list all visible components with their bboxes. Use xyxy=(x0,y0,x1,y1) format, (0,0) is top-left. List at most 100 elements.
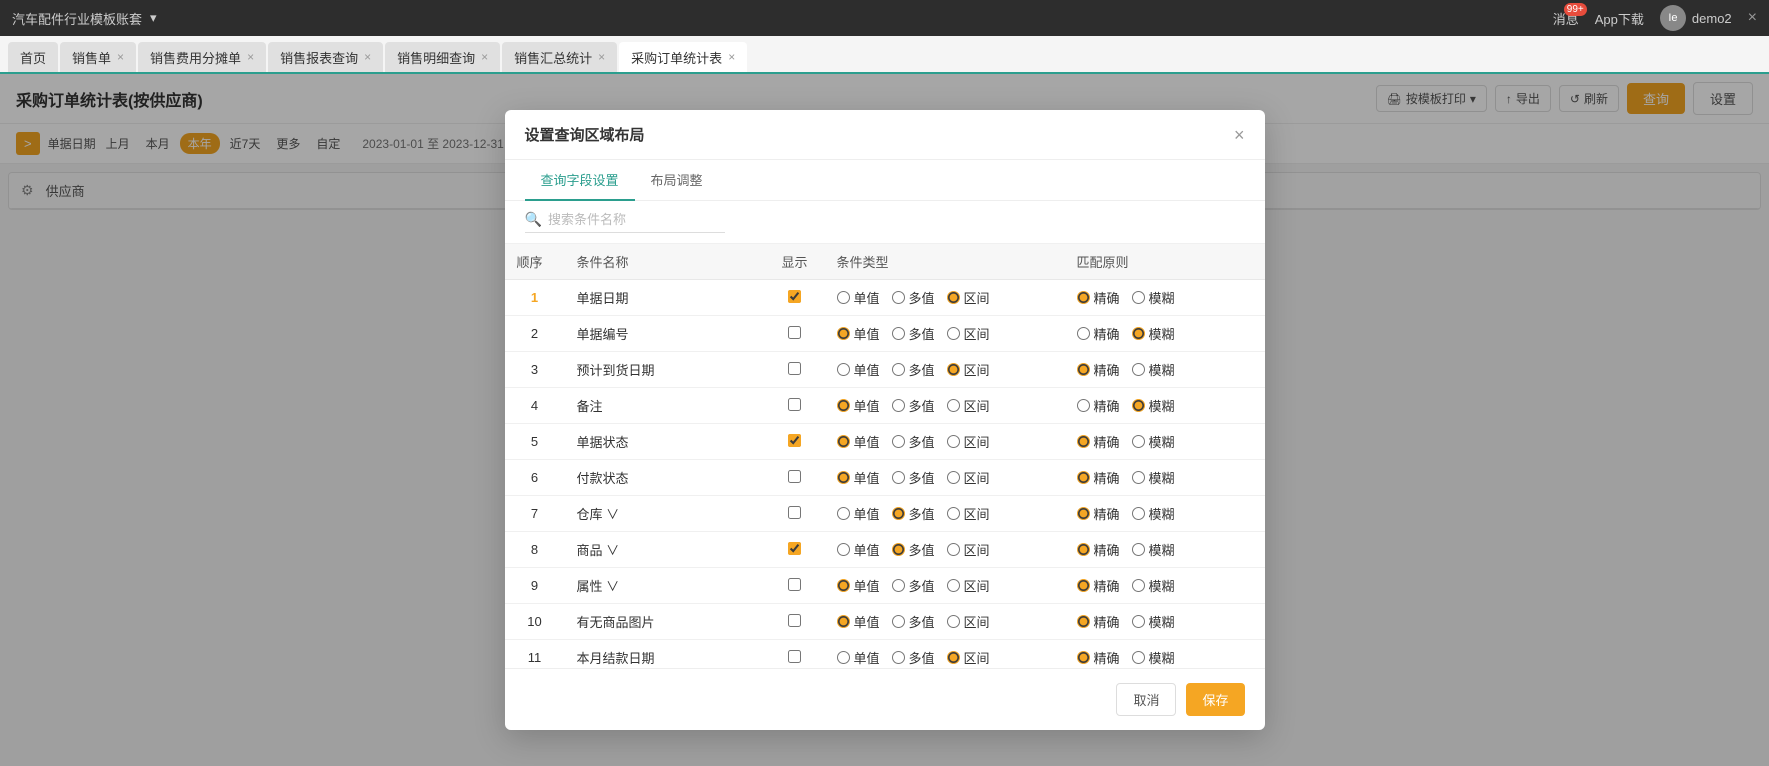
top-bar-right: 消息 99+ App下载 Ie demo2 × xyxy=(1553,5,1757,31)
row-match-option[interactable]: 精确 xyxy=(1077,288,1120,307)
row-match-option[interactable]: 模糊 xyxy=(1132,396,1175,415)
row-type-option[interactable]: 单值 xyxy=(837,540,880,559)
tab-purchase-order[interactable]: 采购订单统计表 × xyxy=(619,42,747,72)
row-type-group: 单值多值区间 xyxy=(837,396,1053,415)
row-match-option[interactable]: 模糊 xyxy=(1132,576,1175,595)
row-type-option[interactable]: 单值 xyxy=(837,612,880,631)
row-type-option[interactable]: 区间 xyxy=(947,612,990,631)
row-type-option[interactable]: 多值 xyxy=(892,432,935,451)
row-match-option[interactable]: 模糊 xyxy=(1132,648,1175,667)
tab-sales-report[interactable]: 销售报表查询 × xyxy=(268,42,383,72)
modal-tab-query-fields[interactable]: 查询字段设置 xyxy=(525,160,635,201)
row-type-option[interactable]: 区间 xyxy=(947,432,990,451)
row-type-option[interactable]: 单值 xyxy=(837,648,880,667)
row-type-option[interactable]: 多值 xyxy=(892,324,935,343)
row-match-option[interactable]: 精确 xyxy=(1077,504,1120,523)
table-row: 7仓库 ∨单值多值区间精确模糊 xyxy=(505,496,1265,532)
row-show-checkbox[interactable] xyxy=(777,578,813,594)
row-type-option[interactable]: 区间 xyxy=(947,540,990,559)
row-type-option[interactable]: 单值 xyxy=(837,324,880,343)
row-type-option[interactable]: 区间 xyxy=(947,396,990,415)
row-type-option[interactable]: 多值 xyxy=(892,468,935,487)
row-match-option[interactable]: 精确 xyxy=(1077,468,1120,487)
save-btn[interactable]: 保存 xyxy=(1186,683,1244,716)
row-type-option[interactable]: 区间 xyxy=(947,504,990,523)
row-match-option[interactable]: 精确 xyxy=(1077,576,1120,595)
row-cond-name: 单据状态 xyxy=(577,435,629,450)
app-download-btn[interactable]: App下载 xyxy=(1595,9,1644,28)
row-type-option[interactable]: 区间 xyxy=(947,288,990,307)
row-type-option[interactable]: 多值 xyxy=(892,612,935,631)
row-show-checkbox[interactable] xyxy=(777,290,813,306)
row-match-option[interactable]: 模糊 xyxy=(1132,432,1175,451)
row-match-option[interactable]: 精确 xyxy=(1077,324,1120,343)
tab-sales-summary[interactable]: 销售汇总统计 × xyxy=(502,42,617,72)
table-row: 11本月结款日期单值多值区间精确模糊 xyxy=(505,640,1265,669)
table-row: 4备注单值多值区间精确模糊 xyxy=(505,388,1265,424)
cancel-btn[interactable]: 取消 xyxy=(1116,683,1176,716)
modal-tab-layout[interactable]: 布局调整 xyxy=(635,160,719,201)
th-match-rule: 匹配原则 xyxy=(1065,244,1265,280)
modal-close-btn[interactable]: × xyxy=(1234,126,1245,144)
row-show-checkbox[interactable] xyxy=(777,362,813,378)
tab-sales-report-close[interactable]: × xyxy=(364,50,371,64)
search-input[interactable] xyxy=(548,212,708,227)
row-match-option[interactable]: 精确 xyxy=(1077,648,1120,667)
tab-sales-detail-close[interactable]: × xyxy=(481,50,488,64)
tab-sales-expense-close[interactable]: × xyxy=(247,50,254,64)
row-match-option[interactable]: 模糊 xyxy=(1132,468,1175,487)
row-show-checkbox[interactable] xyxy=(777,614,813,630)
row-show-checkbox[interactable] xyxy=(777,506,813,522)
row-type-option[interactable]: 多值 xyxy=(892,648,935,667)
row-match-option[interactable]: 精确 xyxy=(1077,540,1120,559)
row-type-option[interactable]: 多值 xyxy=(892,288,935,307)
tab-sales-summary-close[interactable]: × xyxy=(598,50,605,64)
top-close-btn[interactable]: × xyxy=(1748,9,1757,27)
row-type-option[interactable]: 多值 xyxy=(892,540,935,559)
row-show-checkbox[interactable] xyxy=(777,398,813,414)
row-type-option[interactable]: 多值 xyxy=(892,504,935,523)
row-order-num: 3 xyxy=(531,362,538,377)
search-box: 🔍 xyxy=(525,211,725,233)
tab-purchase-order-close[interactable]: × xyxy=(728,50,735,64)
row-match-option[interactable]: 模糊 xyxy=(1132,324,1175,343)
row-match-option[interactable]: 模糊 xyxy=(1132,540,1175,559)
row-match-option[interactable]: 模糊 xyxy=(1132,612,1175,631)
row-type-option[interactable]: 区间 xyxy=(947,648,990,667)
row-show-checkbox[interactable] xyxy=(777,542,813,558)
row-type-option[interactable]: 区间 xyxy=(947,324,990,343)
row-type-option[interactable]: 单值 xyxy=(837,288,880,307)
row-type-option[interactable]: 单值 xyxy=(837,576,880,595)
notification-icon[interactable]: 消息 99+ xyxy=(1553,9,1579,28)
row-match-option[interactable]: 精确 xyxy=(1077,612,1120,631)
row-type-option[interactable]: 单值 xyxy=(837,360,880,379)
row-type-option[interactable]: 多值 xyxy=(892,576,935,595)
row-match-option[interactable]: 精确 xyxy=(1077,432,1120,451)
row-show-checkbox[interactable] xyxy=(777,470,813,486)
row-type-option[interactable]: 单值 xyxy=(837,396,880,415)
row-match-option[interactable]: 模糊 xyxy=(1132,360,1175,379)
row-match-option[interactable]: 模糊 xyxy=(1132,288,1175,307)
row-type-option[interactable]: 单值 xyxy=(837,468,880,487)
row-match-option[interactable]: 模糊 xyxy=(1132,504,1175,523)
row-type-group: 单值多值区间 xyxy=(837,648,1053,667)
row-show-checkbox[interactable] xyxy=(777,434,813,450)
row-type-option[interactable]: 单值 xyxy=(837,432,880,451)
row-type-option[interactable]: 区间 xyxy=(947,576,990,595)
row-type-option[interactable]: 区间 xyxy=(947,468,990,487)
row-type-option[interactable]: 单值 xyxy=(837,504,880,523)
row-show-checkbox[interactable] xyxy=(777,650,813,666)
row-type-option[interactable]: 多值 xyxy=(892,360,935,379)
row-match-option[interactable]: 精确 xyxy=(1077,396,1120,415)
tab-sales-order-close[interactable]: × xyxy=(117,50,124,64)
row-match-group: 精确模糊 xyxy=(1077,360,1253,379)
row-match-option[interactable]: 精确 xyxy=(1077,360,1120,379)
tab-sales-detail[interactable]: 销售明细查询 × xyxy=(385,42,500,72)
row-type-option[interactable]: 多值 xyxy=(892,396,935,415)
tab-sales-expense[interactable]: 销售费用分摊单 × xyxy=(138,42,266,72)
tab-home[interactable]: 首页 xyxy=(8,42,58,72)
row-show-checkbox[interactable] xyxy=(777,326,813,342)
row-type-group: 单值多值区间 xyxy=(837,576,1053,595)
row-type-option[interactable]: 区间 xyxy=(947,360,990,379)
tab-sales-order[interactable]: 销售单 × xyxy=(60,42,136,72)
